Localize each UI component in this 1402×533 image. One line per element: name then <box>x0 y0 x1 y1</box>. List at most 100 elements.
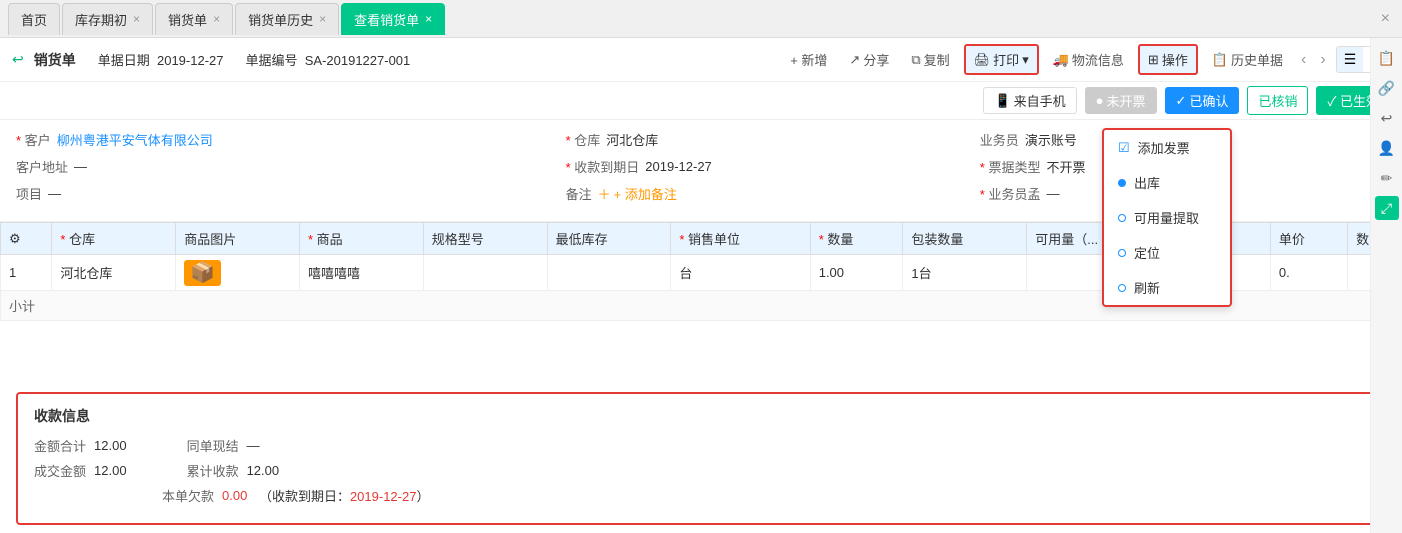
operate-btn[interactable]: ⊞ 操作 <box>1138 44 1198 75</box>
dot-blue-icon <box>1118 179 1126 187</box>
col-price: 单价 <box>1270 223 1347 255</box>
doc-type-label: 销货单 <box>34 50 76 70</box>
operate-icon: ⊞ <box>1148 52 1159 68</box>
salesperson-value: 演示账号 <box>1025 130 1077 149</box>
amount-value: 12.00 <box>94 438 127 453</box>
sidebar-icon-user[interactable]: 👤 <box>1375 136 1399 160</box>
payment-row-2: 成交金额 12.00 累计收款 12.00 <box>34 461 1368 480</box>
main-area: ↩ 销货单 单据日期 2019-12-27 单据编号 SA-20191227-0… <box>0 38 1402 533</box>
payment-info-box: 收款信息 金额合计 12.00 同单现结 — 成交金额 12.00 累计收款 1… <box>16 392 1386 525</box>
copy-btn[interactable]: ⧉ 复制 <box>903 46 957 73</box>
dot-outline-icon-2 <box>1118 249 1126 257</box>
cancelled-btn[interactable]: 已核销 <box>1247 86 1308 115</box>
tab-sales-history-close[interactable]: × <box>319 12 326 26</box>
row-seq: 1 <box>1 255 52 291</box>
row-spec <box>423 255 547 291</box>
checkbox-icon: ☑ <box>1118 140 1130 156</box>
ticket-type-value: 不开票 <box>1046 157 1085 176</box>
arrears-date: 2019-12-27 <box>350 489 417 504</box>
tab-home[interactable]: 首页 <box>8 3 60 35</box>
col-image: 商品图片 <box>176 223 300 255</box>
arrears-field: 本单欠款 0.00 （收款到期日：2019-12-27） <box>162 486 429 505</box>
customer-label: 客户 <box>16 130 51 149</box>
tab-sales-order-label: 销货单 <box>168 10 207 29</box>
warehouse-label: 仓库 <box>566 130 601 149</box>
logistics-btn[interactable]: 🚚 物流信息 <box>1045 46 1132 73</box>
tab-sales-history[interactable]: 销货单历史 × <box>235 3 339 35</box>
cumulative-field: 累计收款 12.00 <box>187 461 280 480</box>
history-btn[interactable]: 📋 历史单据 <box>1204 46 1291 73</box>
confirm-btn[interactable]: ✓ 已确认 <box>1165 87 1240 114</box>
view-list-btn[interactable]: ☰ <box>1337 47 1364 72</box>
note-field: 备注 ＋ + 添加备注 <box>566 184 972 203</box>
nav-next[interactable]: › <box>1316 49 1329 71</box>
settings-icon: ⚙ <box>9 231 21 246</box>
row-unit: 台 <box>671 255 810 291</box>
tab-view-sales-label: 查看销货单 <box>354 10 419 29</box>
row-image: 📦 <box>176 255 300 291</box>
col-warehouse: 仓库 <box>52 223 176 255</box>
menu-item-add-invoice[interactable]: ☑ 添加发票 <box>1104 130 1230 165</box>
tab-inventory-init-close[interactable]: × <box>133 12 140 26</box>
col-unit: 销售单位 <box>671 223 810 255</box>
tab-view-sales-close[interactable]: × <box>425 12 432 26</box>
sidebar-icon-clipboard[interactable]: 📋 <box>1375 46 1399 70</box>
menu-item-locate[interactable]: 定位 <box>1104 235 1230 270</box>
plus-icon: ＋ <box>598 184 611 203</box>
share-btn[interactable]: ↗ 分享 <box>841 46 897 73</box>
copy-icon: ⧉ <box>911 52 920 68</box>
from-phone-btn[interactable]: 📱 来自手机 <box>983 87 1076 114</box>
customer-addr-label: 客户地址 <box>16 157 68 176</box>
row-qty: 1.00 <box>810 255 903 291</box>
same-order-value: — <box>247 438 260 453</box>
col-settings[interactable]: ⚙ <box>1 223 52 255</box>
customer-value[interactable]: 柳州粤港平安气体有限公司 <box>57 130 213 149</box>
ticket-type-label: 票据类型 <box>980 157 1041 176</box>
amount-label: 金额合计 <box>34 436 86 455</box>
same-order-label: 同单现结 <box>187 436 239 455</box>
tab-inventory-init[interactable]: 库存期初 × <box>62 3 153 35</box>
payment-date-value: 2019-12-27 <box>645 159 712 174</box>
sidebar-icon-edit[interactable]: ✏ <box>1375 166 1399 190</box>
arrears-note: （收款到期日：2019-12-27） <box>255 486 429 505</box>
customer-field: 客户 柳州粤港平安气体有限公司 <box>16 130 558 149</box>
print-icon: 🖨 <box>974 52 991 68</box>
history-icon: 📋 <box>1212 52 1228 68</box>
window-close-btn[interactable]: × <box>1377 6 1394 32</box>
tab-sales-order-close[interactable]: × <box>213 12 220 26</box>
tab-home-label: 首页 <box>21 10 47 29</box>
menu-item-refresh[interactable]: 刷新 <box>1104 270 1230 305</box>
doc-icon: ↩ <box>12 51 24 68</box>
project-label: 项目 <box>16 184 42 203</box>
new-btn[interactable]: + 新增 <box>782 46 835 73</box>
tab-view-sales[interactable]: 查看销货单 × <box>341 3 445 35</box>
sidebar-icon-undo[interactable]: ↩ <box>1375 106 1399 130</box>
col-pkg-qty: 包装数量 <box>903 223 1027 255</box>
tab-bar: 首页 库存期初 × 销货单 × 销货单历史 × 查看销货单 × × <box>0 0 1402 38</box>
product-image-icon: 📦 <box>184 260 221 286</box>
payment-row-1: 金额合计 12.00 同单现结 — <box>34 436 1368 455</box>
add-note-btn[interactable]: ＋ + 添加备注 <box>598 184 677 203</box>
menu-item-available-qty[interactable]: 可用量提取 <box>1104 200 1230 235</box>
tab-inventory-init-label: 库存期初 <box>75 10 127 29</box>
project-value: — <box>48 186 61 201</box>
sidebar-icon-expand[interactable]: ⤢ <box>1375 196 1399 220</box>
amount-field: 金额合计 12.00 <box>34 436 127 455</box>
sidebar-icon-link[interactable]: 🔗 <box>1375 76 1399 100</box>
tab-sales-order[interactable]: 销货单 × <box>155 3 233 35</box>
logistics-icon: 🚚 <box>1053 52 1069 68</box>
date-label: 单据日期 2019-12-27 <box>98 50 224 69</box>
right-sidebar: 📋 🔗 ↩ 👤 ✏ ⤢ <box>1370 38 1402 533</box>
print-dropdown-arrow: ▾ <box>1022 52 1029 68</box>
share-icon: ↗ <box>849 52 860 68</box>
phone-icon: 📱 <box>994 93 1010 109</box>
customer-addr-value: — <box>74 159 87 174</box>
menu-item-out-warehouse[interactable]: 出库 <box>1104 165 1230 200</box>
deal-amount-field: 成交金额 12.00 <box>34 461 127 480</box>
ticket-icon: ● <box>1096 93 1104 108</box>
col-min-stock: 最低库存 <box>547 223 671 255</box>
payment-row-3: 本单欠款 0.00 （收款到期日：2019-12-27） <box>34 486 1368 505</box>
print-btn[interactable]: 🖨 打印 ▾ <box>964 44 1039 75</box>
nav-prev[interactable]: ‹ <box>1297 49 1310 71</box>
not-open-btn[interactable]: ● 未开票 <box>1085 87 1157 114</box>
